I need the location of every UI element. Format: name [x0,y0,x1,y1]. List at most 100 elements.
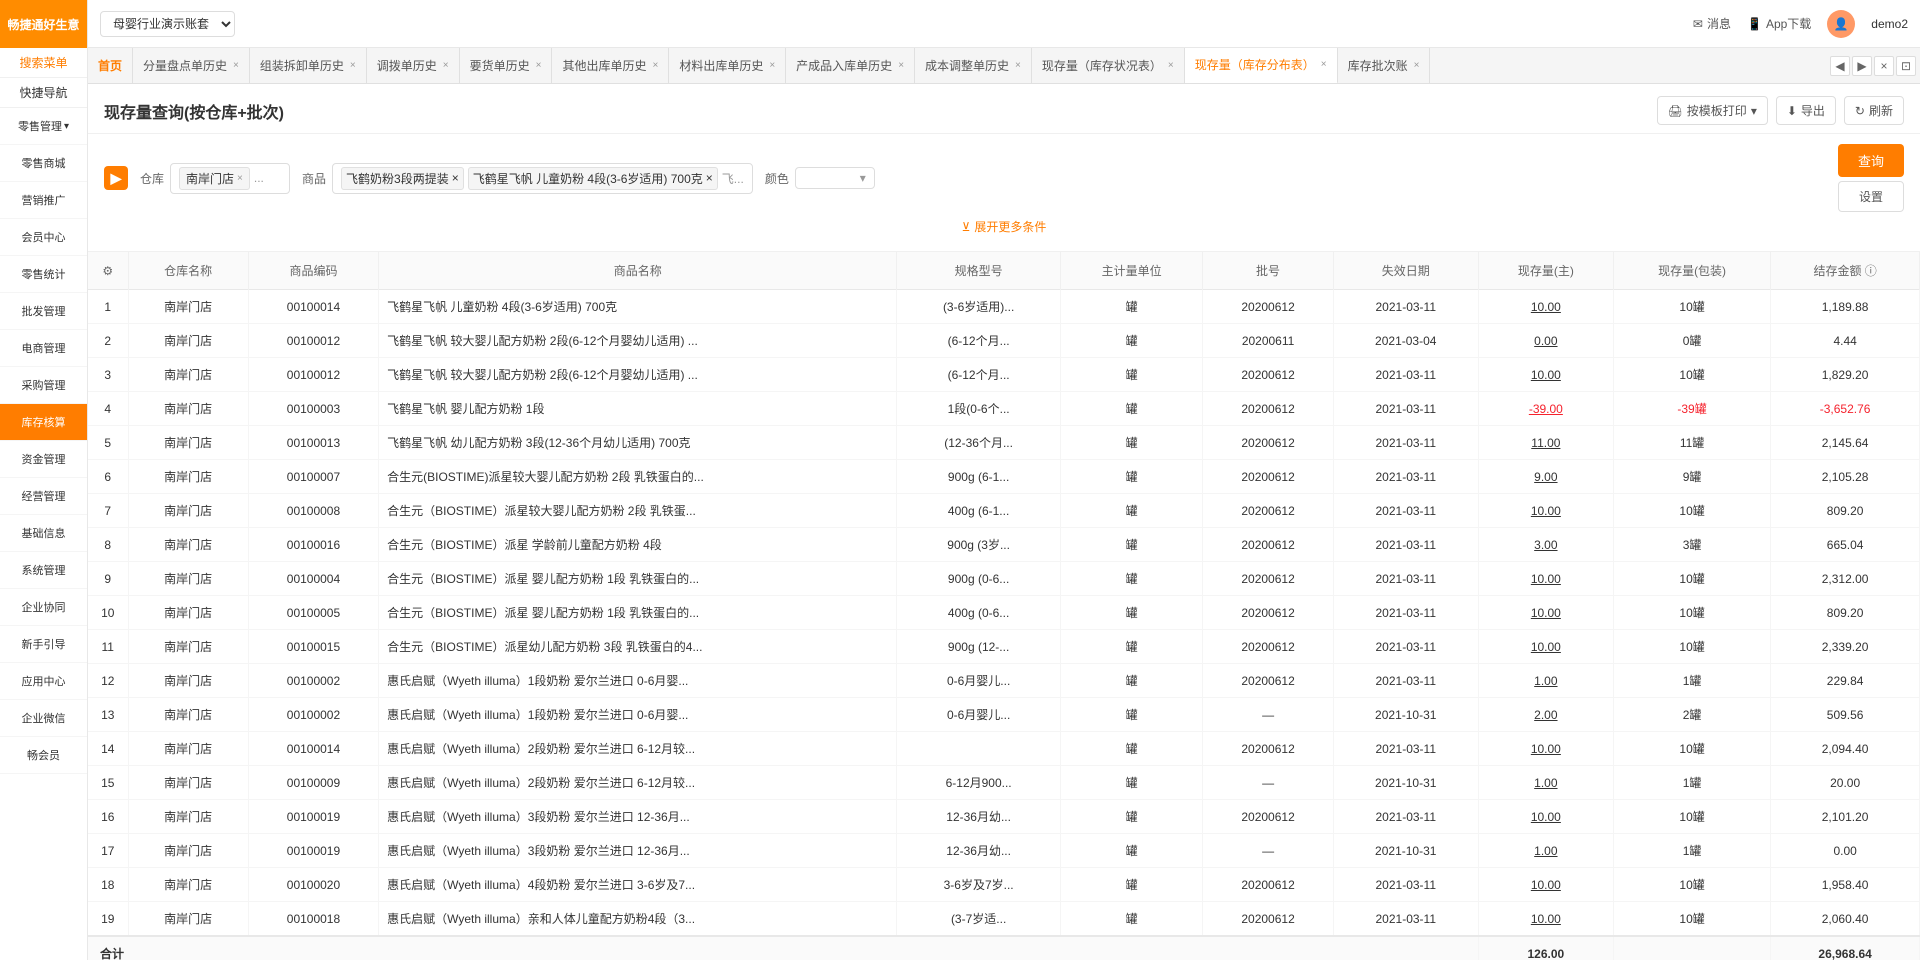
warehouse-filter-more[interactable]: ... [254,171,264,185]
cell-qty-main[interactable]: 10.00 [1478,902,1613,937]
cell-qty-main[interactable]: 9.00 [1478,460,1613,494]
tab-product-in[interactable]: 产成品入库单历史 × [786,48,915,84]
cell-name: 惠氏启赋（Wyeth illuma）3段奶粉 爱尔兰进口 12-36月... [379,800,897,834]
message-btn[interactable]: ✉ 消息 [1693,15,1731,32]
tab-material-out[interactable]: 材料出库单历史 × [669,48,786,84]
cell-qty-main[interactable]: 2.00 [1478,698,1613,732]
cell-no: 15 [88,766,128,800]
cell-code: 00100014 [248,290,378,324]
search-btn[interactable]: 查询 [1838,144,1904,177]
footer-total-balance: 26,968.64 [1771,936,1920,960]
tab-close-stock-warehouse[interactable]: × [1168,60,1174,71]
cell-qty-main[interactable]: 10.00 [1478,800,1613,834]
warehouse-label: 仓库 [140,170,164,187]
filter-expand-btn[interactable]: ▶ [104,166,128,190]
cell-qty-main[interactable]: 11.00 [1478,426,1613,460]
warehouse-tag-close[interactable]: × [237,173,243,184]
cell-qty-main[interactable]: 3.00 [1478,528,1613,562]
tab-close-stock-distribution[interactable]: × [1321,59,1327,70]
app-download-btn[interactable]: 📱 App下载 [1747,15,1811,32]
tab-other-out[interactable]: 其他出库单历史 × [552,48,669,84]
sidebar-item-operations[interactable]: 经营管理 [0,478,87,515]
cell-code: 00100005 [248,596,378,630]
product-filter-more[interactable]: 飞... [722,170,744,187]
tab-next-btn[interactable]: ▶ [1852,56,1872,76]
cell-qty-main[interactable]: -39.00 [1478,392,1613,426]
sidebar-item-wholesale-mgmt[interactable]: 批发管理 [0,293,87,330]
sidebar-item-retail-shop[interactable]: 零售商城 [0,145,87,182]
sidebar-item-retail-mgmt[interactable]: 零售管理 ▾ [0,108,87,145]
product-label: 商品 [302,170,326,187]
table-row: 8 南岸门店 00100016 合生元（BIOSTIME）派星 学龄前儿童配方奶… [88,528,1920,562]
product-filter-container[interactable]: 飞鹤奶粉3段两提装 × 飞鹤星飞帆 儿童奶粉 4段(3-6岁适用) 700克 ×… [332,163,753,194]
tab-home[interactable]: 首页 [88,48,133,84]
cell-spec: 400g (0-6... [897,596,1061,630]
sidebar-quick-nav[interactable]: 快捷导航 [0,78,87,108]
sidebar-item-system[interactable]: 系统管理 [0,552,87,589]
cell-qty-main[interactable]: 10.00 [1478,290,1613,324]
avatar[interactable]: 👤 [1827,10,1855,38]
tab-requisition[interactable]: 要货单历史 × [460,48,553,84]
export-btn[interactable]: ⬇ 导出 [1776,96,1836,125]
cell-qty-main[interactable]: 10.00 [1478,494,1613,528]
color-filter-container[interactable]: ▾ [795,167,875,189]
cell-warehouse: 南岸门店 [128,392,248,426]
tab-expand-btn[interactable]: ⊡ [1896,56,1916,76]
tab-close-disassembly[interactable]: × [350,60,356,71]
cell-qty-main[interactable]: 1.00 [1478,766,1613,800]
col-settings[interactable]: ⚙ [88,252,128,290]
tab-close-other-out[interactable]: × [652,60,658,71]
cell-qty-main[interactable]: 10.00 [1478,868,1613,902]
settings-btn[interactable]: 设置 [1838,181,1904,212]
color-filter-arrow[interactable]: ▾ [860,171,866,185]
sidebar-item-purchase[interactable]: 采购管理 [0,367,87,404]
cell-qty-main[interactable]: 1.00 [1478,834,1613,868]
sidebar-item-inventory[interactable]: 库存核算 [0,404,87,441]
tab-prev-btn[interactable]: ◀ [1830,56,1850,76]
cell-no: 3 [88,358,128,392]
sidebar-item-ecommerce[interactable]: 电商管理 [0,330,87,367]
tab-batch-ledger[interactable]: 库存批次账 × [1338,48,1431,84]
tab-close-batch-ledger[interactable]: × [1414,60,1420,71]
cell-qty-main[interactable]: 0.00 [1478,324,1613,358]
account-selector[interactable]: 母婴行业演示账套 [100,11,235,37]
sidebar-search-menu[interactable]: 搜索菜单 [0,48,87,78]
sidebar-item-retail-stats[interactable]: 零售统计 [0,256,87,293]
sidebar-item-member-center[interactable]: 会员中心 [0,219,87,256]
tab-stock-distribution[interactable]: 现存量（库存分布表） × [1185,48,1338,84]
product-tag-2-close[interactable]: × [706,171,713,185]
tab-stock-warehouse[interactable]: 现存量（库存状况表） × [1032,48,1185,84]
refresh-btn[interactable]: ↻ 刷新 [1844,96,1904,125]
expand-more-btn[interactable]: ⊻ 展开更多条件 [104,212,1904,241]
sidebar-item-app-center[interactable]: 应用中心 [0,663,87,700]
tab-close-all-btn[interactable]: × [1874,56,1894,76]
cell-qty-main[interactable]: 10.00 [1478,596,1613,630]
tab-close-cost-adjust[interactable]: × [1015,60,1021,71]
sidebar-item-enterprise-wechat[interactable]: 企业微信 [0,700,87,737]
sidebar-item-enterprise[interactable]: 企业协同 [0,589,87,626]
sidebar-item-marketing[interactable]: 营销推广 [0,182,87,219]
tab-close-requisition[interactable]: × [536,60,542,71]
tab-cost-adjust[interactable]: 成本调整单历史 × [915,48,1032,84]
tab-close-product-in[interactable]: × [898,60,904,71]
tab-disassembly[interactable]: 组装拆卸单历史 × [250,48,367,84]
template-print-btn[interactable]: 🖨 按模板打印 ▾ [1657,96,1768,125]
tab-split-inventory[interactable]: 分量盘点单历史 × [133,48,250,84]
sidebar-item-finance[interactable]: 资金管理 [0,441,87,478]
cell-qty-main[interactable]: 1.00 [1478,664,1613,698]
warehouse-filter-container[interactable]: 南岸门店 × ... [170,163,290,194]
product-tag-1-close[interactable]: × [452,171,459,185]
tab-close-split-inventory[interactable]: × [233,60,239,71]
cell-qty-main[interactable]: 10.00 [1478,732,1613,766]
tab-close-material-out[interactable]: × [769,60,775,71]
cell-name: 惠氏启赋（Wyeth illuma）1段奶粉 爱尔兰进口 0-6月婴... [379,664,897,698]
sidebar-item-member[interactable]: 畅会员 [0,737,87,774]
cell-qty-main[interactable]: 10.00 [1478,630,1613,664]
sidebar-item-basic-info[interactable]: 基础信息 [0,515,87,552]
sidebar-item-new-guide[interactable]: 新手引导 [0,626,87,663]
cell-qty-main[interactable]: 10.00 [1478,562,1613,596]
cell-qty-main[interactable]: 10.00 [1478,358,1613,392]
phone-icon: 📱 [1747,17,1762,31]
tab-transfer[interactable]: 调拨单历史 × [367,48,460,84]
tab-close-transfer[interactable]: × [443,60,449,71]
